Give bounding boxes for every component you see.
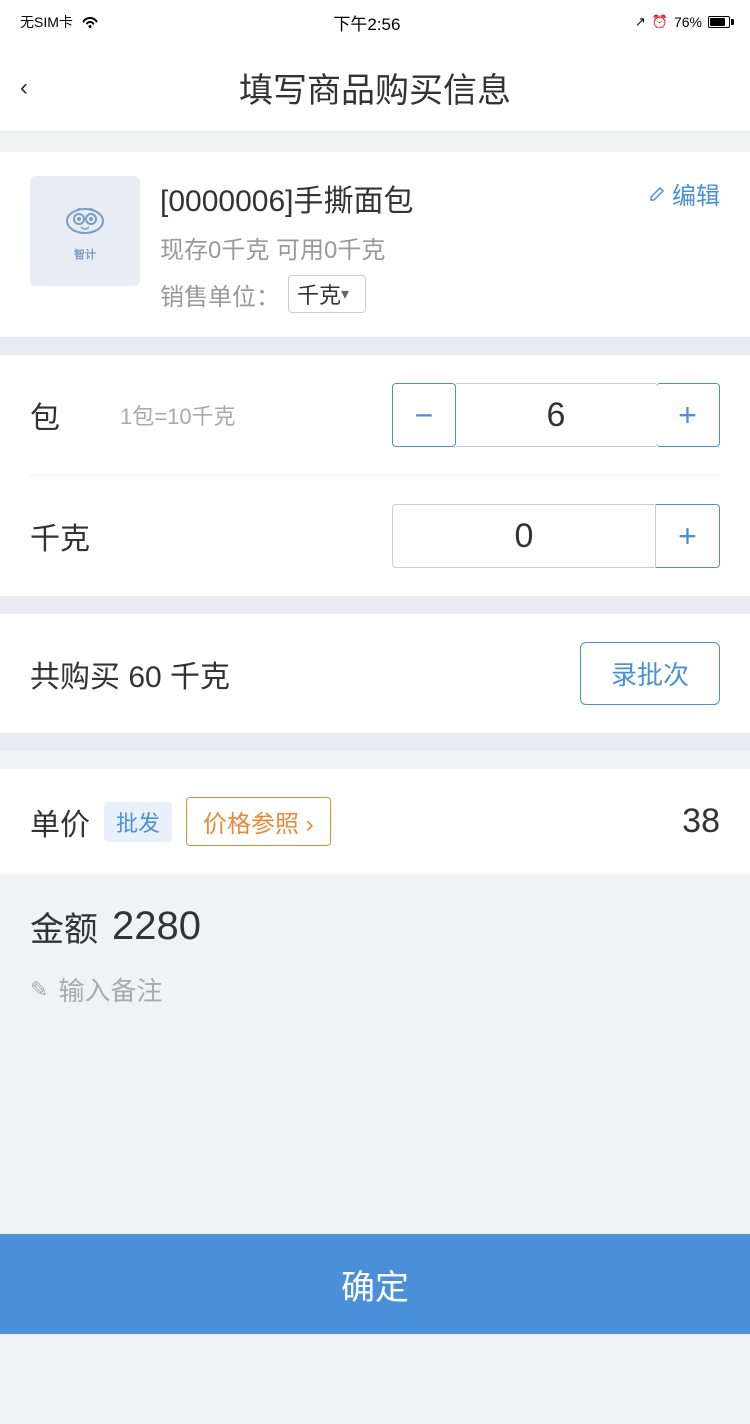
brand-text: 智计 <box>74 246 96 262</box>
kg-increment-button[interactable]: + <box>656 504 720 568</box>
time-display: 下午2:56 <box>333 10 400 35</box>
total-section: 共购买 60 千克 录批次 <box>0 614 750 733</box>
total-text: 共购买 60 千克 <box>30 652 230 696</box>
price-label: 单价 <box>30 800 90 844</box>
pencil-icon: ✎ <box>30 977 48 1003</box>
battery-percent: 76% <box>674 14 702 30</box>
unit-selector[interactable]: 千克 ▾ <box>288 275 366 313</box>
kg-label: 千克 <box>30 514 110 558</box>
amount-section: 金额 2280 ✎ 输入备注 <box>0 874 750 1024</box>
brand-logo-icon <box>63 201 107 242</box>
bag-quantity-input[interactable] <box>456 383 656 447</box>
alarm-icon: ⏰ <box>652 14 668 30</box>
price-reference-button[interactable]: 价格参照 › <box>186 797 331 846</box>
price-row: 单价 批发 价格参照 › 38 <box>30 797 720 846</box>
record-batch-button[interactable]: 录批次 <box>580 642 720 705</box>
wifi-icon <box>81 14 99 31</box>
product-unit: 销售单位： 千克 ▾ <box>160 275 720 313</box>
price-type-tag: 批发 <box>104 802 172 842</box>
page-title: 填写商品购买信息 <box>239 63 511 112</box>
remark-placeholder: 输入备注 <box>58 971 162 1008</box>
kg-quantity-input[interactable] <box>392 504 656 568</box>
dropdown-arrow-icon: ▾ <box>341 284 349 304</box>
edit-button[interactable]: 编辑 <box>649 176 720 211</box>
battery-icon <box>708 16 730 28</box>
nav-bar: ‹ 填写商品购买信息 <box>0 44 750 132</box>
amount-label: 金额 <box>30 902 98 951</box>
back-button[interactable]: ‹ <box>20 74 28 102</box>
price-value: 38 <box>682 802 720 841</box>
kg-control-group: + <box>392 504 720 568</box>
product-stock: 现存0千克 可用0千克 <box>160 230 720 265</box>
section-divider-1 <box>0 337 750 355</box>
bag-quantity-control: − + <box>392 383 720 447</box>
bag-input-row: 包 1包=10千克 − + <box>30 355 720 476</box>
bag-hint: 1包=10千克 <box>120 399 392 431</box>
bag-decrement-button[interactable]: − <box>392 383 456 447</box>
confirm-button-label: 确定 <box>341 1260 409 1309</box>
status-right: ↗ ⏰ 76% <box>635 14 730 30</box>
amount-row: 金额 2280 <box>30 902 720 951</box>
section-divider-2 <box>0 596 750 614</box>
status-left: 无SIM卡 <box>20 12 99 32</box>
product-image: 智计 <box>30 176 140 286</box>
kg-input-row: 千克 + <box>30 476 720 596</box>
bag-label: 包 <box>30 393 110 437</box>
amount-value: 2280 <box>112 904 201 949</box>
price-section: 单价 批发 价格参照 › 38 <box>0 769 750 874</box>
product-info: [0000006]手撕面包 编辑 现存0千克 可用0千克 销售单位： 千克 ▾ <box>160 176 720 313</box>
product-card: 智计 [0000006]手撕面包 编辑 现存0千克 可用0千克 销售单位： 千克… <box>0 152 750 337</box>
carrier-text: 无SIM卡 <box>20 12 73 32</box>
status-bar: 无SIM卡 下午2:56 ↗ ⏰ 76% <box>0 0 750 44</box>
confirm-button[interactable]: 确定 <box>0 1234 750 1334</box>
quantity-input-section: 包 1包=10千克 − + 千克 + <box>0 355 750 596</box>
bag-increment-button[interactable]: + <box>656 383 720 447</box>
product-name: [0000006]手撕面包 <box>160 176 413 220</box>
remark-row[interactable]: ✎ 输入备注 <box>30 971 720 1008</box>
location-icon: ↗ <box>635 14 646 30</box>
section-divider-3 <box>0 733 750 751</box>
